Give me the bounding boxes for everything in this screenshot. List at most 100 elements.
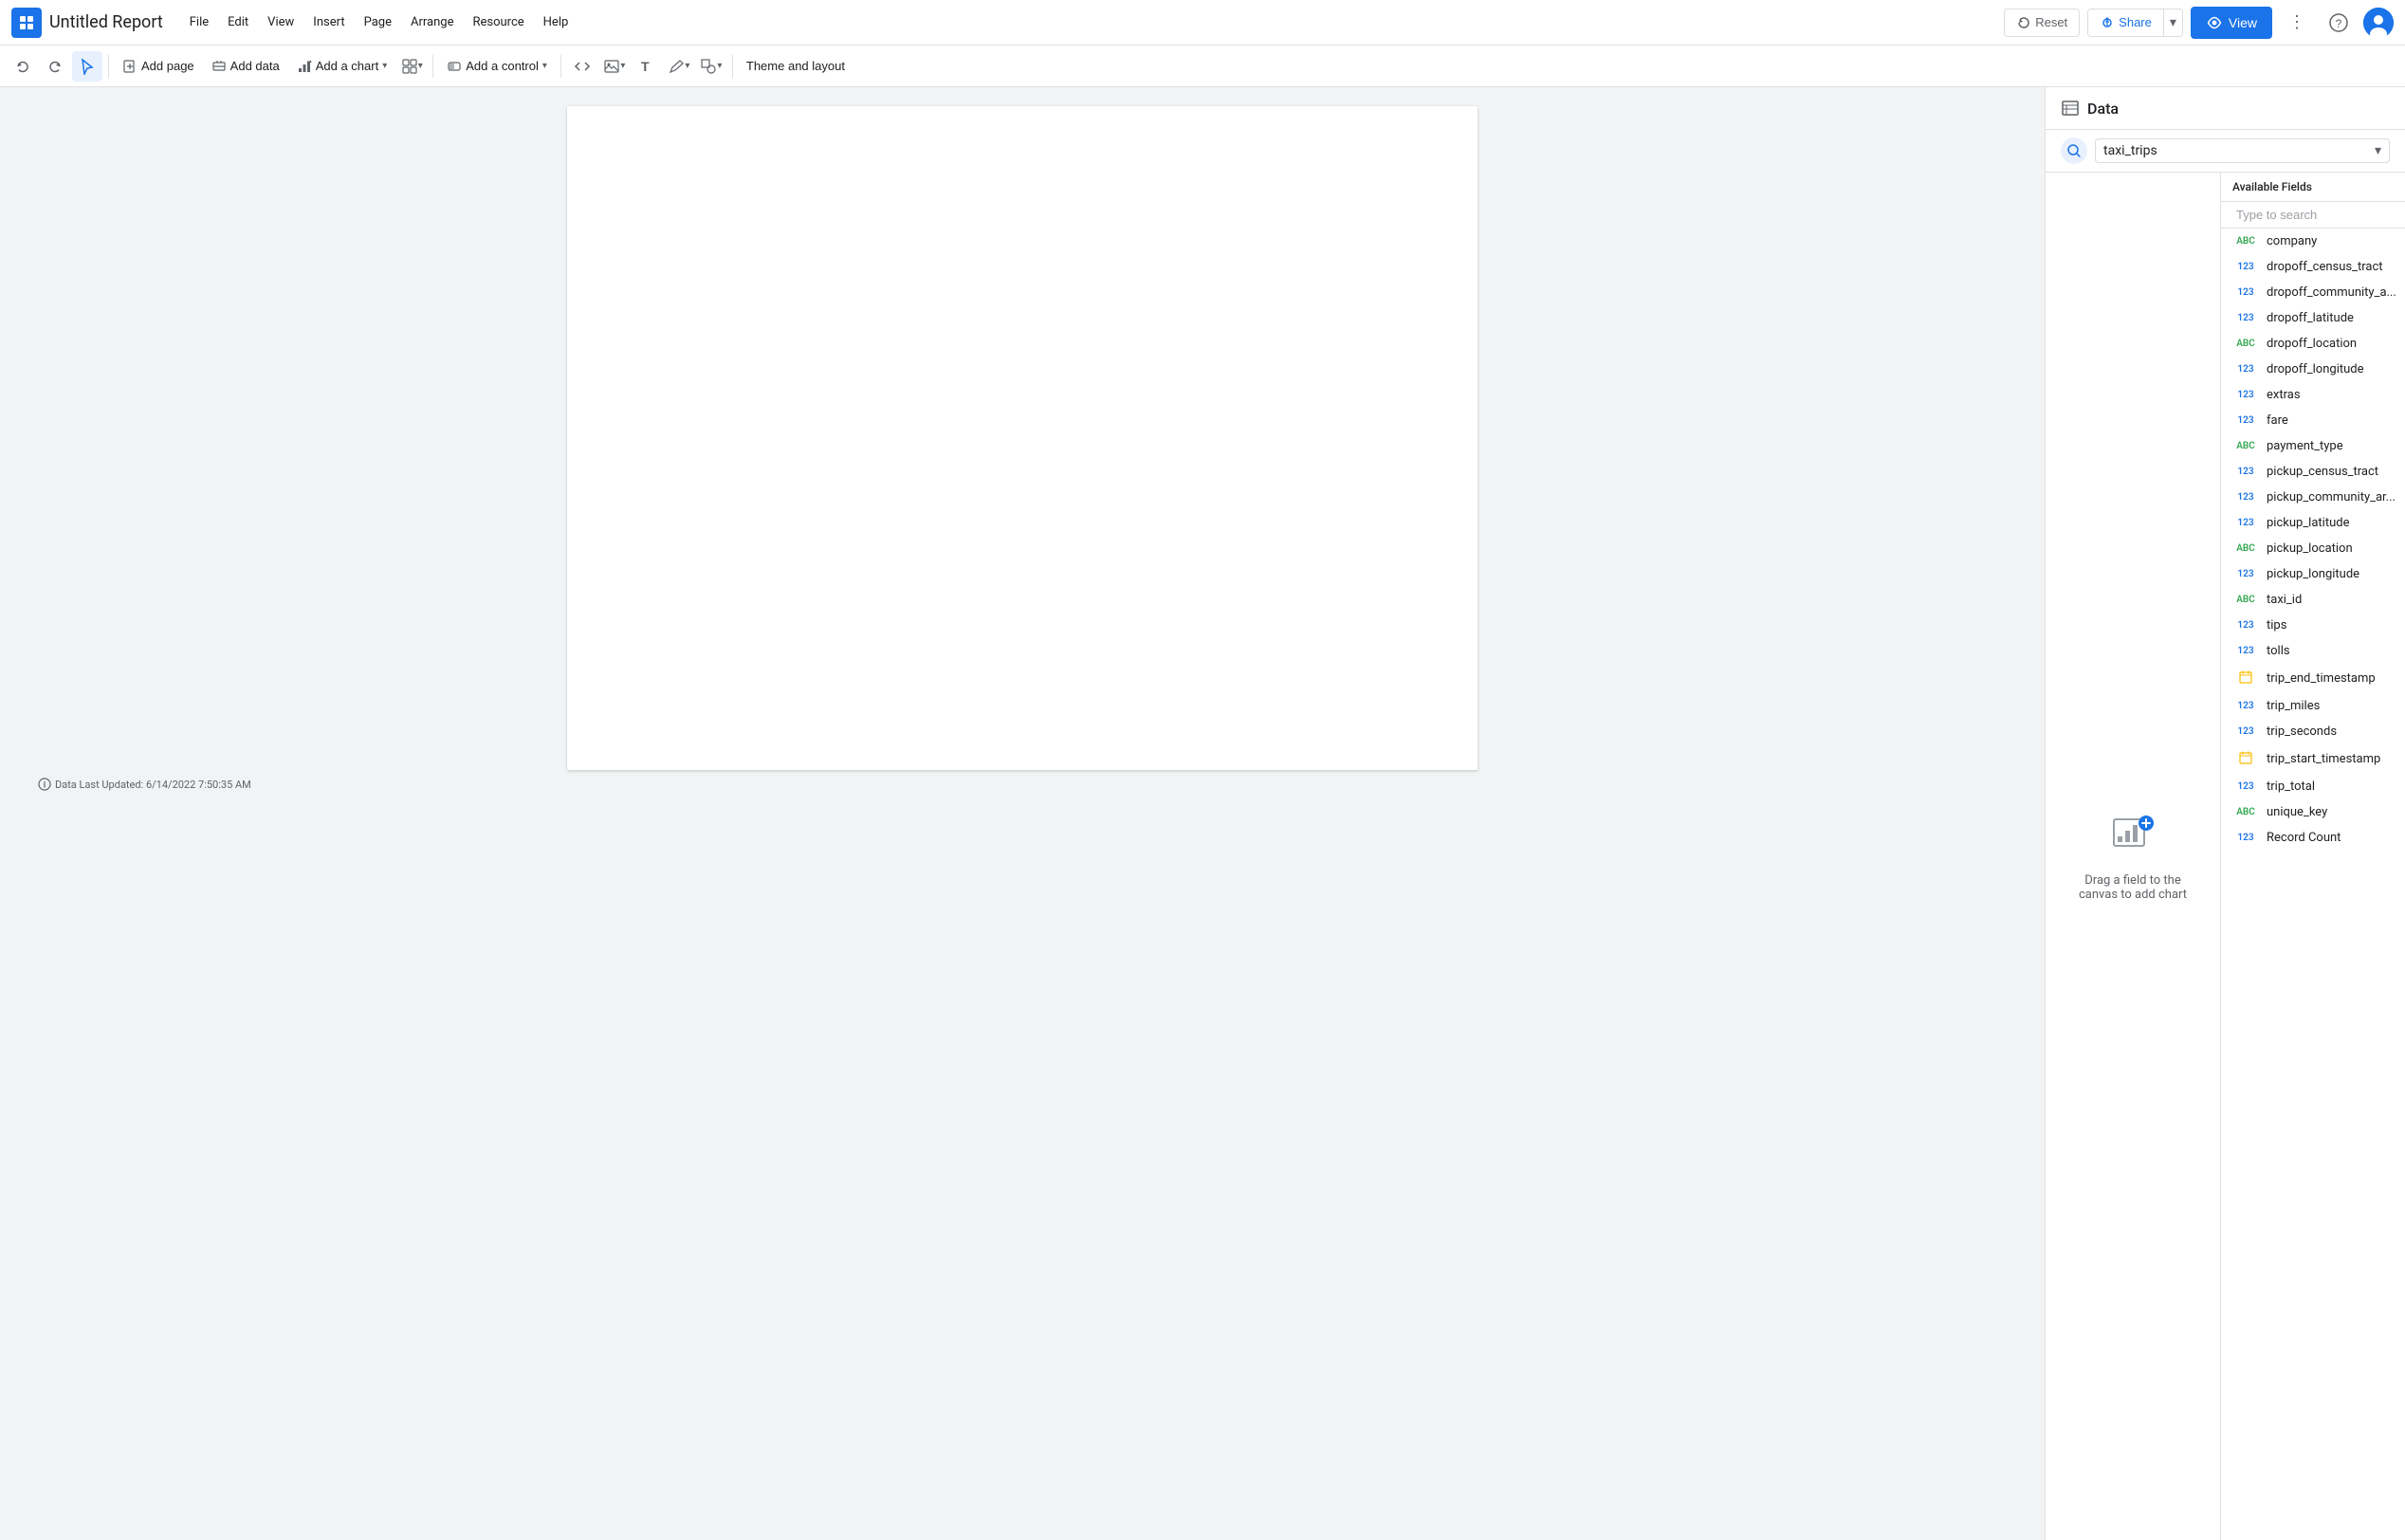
- field-type-badge: 123: [2232, 466, 2259, 478]
- field-item[interactable]: 123fare: [2221, 408, 2405, 433]
- datasource-dropdown[interactable]: taxi_trips: [2095, 138, 2390, 163]
- reset-button[interactable]: Reset: [2004, 9, 2080, 37]
- menu-bar: File Edit View Insert Page Arrange Resou…: [182, 11, 577, 33]
- top-bar: Untitled Report File Edit View Insert Pa…: [0, 0, 2405, 46]
- report-canvas[interactable]: [567, 106, 1478, 770]
- redo-button[interactable]: [40, 51, 70, 82]
- field-item[interactable]: trip_end_timestamp: [2221, 664, 2405, 693]
- panel-body: Drag a field to the canvas to add chart …: [2046, 173, 2405, 1540]
- field-item[interactable]: 123trip_miles: [2221, 693, 2405, 719]
- menu-edit[interactable]: Edit: [220, 11, 256, 33]
- main-area: Data Last Updated: 6/14/2022 7:50:35 AM …: [0, 87, 2405, 1540]
- field-name: pickup_longitude: [2267, 567, 2359, 581]
- field-item[interactable]: trip_start_timestamp: [2221, 744, 2405, 774]
- field-type-badge: 123: [2232, 517, 2259, 529]
- redo-icon: [46, 58, 64, 75]
- field-type-badge: 123: [2232, 363, 2259, 376]
- field-item[interactable]: 123extras: [2221, 382, 2405, 408]
- field-item[interactable]: 123dropoff_community_a...: [2221, 280, 2405, 305]
- field-item[interactable]: 123dropoff_latitude: [2221, 305, 2405, 331]
- search-datasource-icon: [2066, 143, 2082, 158]
- text-button[interactable]: T: [632, 51, 662, 82]
- field-item[interactable]: 123tips: [2221, 613, 2405, 638]
- avatar[interactable]: [2363, 8, 2394, 38]
- add-control-button[interactable]: Add a control ▾: [439, 55, 555, 78]
- toolbar-separator-2: [432, 55, 433, 78]
- share-dropdown-button[interactable]: [2163, 9, 2182, 36]
- help-icon: ?: [2329, 13, 2348, 32]
- app-title: Untitled Report: [49, 12, 163, 32]
- field-item[interactable]: 123 pickup_census_tract: [2221, 459, 2405, 485]
- field-type-badge: ABC: [2232, 338, 2259, 350]
- menu-help[interactable]: Help: [536, 11, 577, 33]
- image-icon: [603, 58, 620, 75]
- menu-page[interactable]: Page: [357, 11, 399, 33]
- field-item[interactable]: ABCpickup_location: [2221, 536, 2405, 561]
- menu-file[interactable]: File: [182, 11, 216, 33]
- view-button[interactable]: View: [2191, 7, 2272, 39]
- shapes-button[interactable]: ▾: [696, 51, 726, 82]
- image-button[interactable]: ▾: [599, 51, 630, 82]
- add-chart-icon: [297, 59, 312, 74]
- info-icon: [38, 778, 51, 791]
- field-item[interactable]: ABCunique_key: [2221, 799, 2405, 825]
- field-name: dropoff_community_a...: [2267, 285, 2396, 300]
- field-name: fare: [2267, 413, 2288, 428]
- field-item[interactable]: 123Record Count: [2221, 825, 2405, 851]
- code-button[interactable]: [567, 51, 597, 82]
- panel-fields: Available Fields ABCcompany123dropoff_ce…: [2221, 173, 2405, 1540]
- field-type-badge: ABC: [2232, 594, 2259, 606]
- field-item[interactable]: 123 pickup_latitude: [2221, 510, 2405, 536]
- field-item[interactable]: 123dropoff_longitude: [2221, 357, 2405, 382]
- canvas-footer: Data Last Updated: 6/14/2022 7:50:35 AM: [38, 778, 251, 791]
- field-item[interactable]: 123pickup_community_ar...: [2221, 485, 2405, 510]
- field-item[interactable]: 123tolls: [2221, 638, 2405, 664]
- search-input[interactable]: [2236, 208, 2403, 222]
- undo-button[interactable]: [8, 51, 38, 82]
- datasource-chevron-icon: [2375, 143, 2381, 158]
- shapes-dropdown-arrow: ▾: [717, 61, 722, 71]
- data-panel-icon: [2061, 99, 2080, 118]
- field-item[interactable]: ABCtaxi_id: [2221, 587, 2405, 613]
- add-chart-button[interactable]: Add a chart ▾: [289, 55, 395, 78]
- field-type-badge: 123: [2232, 261, 2259, 273]
- theme-layout-button[interactable]: Theme and layout: [739, 55, 853, 77]
- more-options-button[interactable]: ⋮: [2280, 6, 2314, 40]
- field-type-badge: 123: [2232, 491, 2259, 504]
- canvas-area: Data Last Updated: 6/14/2022 7:50:35 AM: [0, 87, 2045, 1540]
- field-item[interactable]: ABC dropoff_location: [2221, 331, 2405, 357]
- field-item[interactable]: 123pickup_longitude: [2221, 561, 2405, 587]
- field-type-badge: 123: [2232, 619, 2259, 632]
- panel-drag-area: Drag a field to the canvas to add chart: [2046, 173, 2221, 1540]
- field-item[interactable]: 123trip_total: [2221, 774, 2405, 799]
- menu-arrange[interactable]: Arrange: [403, 11, 461, 33]
- share-icon: [2100, 15, 2115, 30]
- field-item[interactable]: 123dropoff_census_tract: [2221, 254, 2405, 280]
- add-data-button[interactable]: Add data: [204, 55, 287, 78]
- field-item[interactable]: ABCpayment_type: [2221, 433, 2405, 459]
- field-item[interactable]: ABCcompany: [2221, 229, 2405, 254]
- select-icon: [79, 58, 96, 75]
- menu-view[interactable]: View: [260, 11, 302, 33]
- field-name: pickup_census_tract: [2267, 465, 2378, 479]
- draw-button[interactable]: ▾: [664, 51, 694, 82]
- component-button[interactable]: ▾: [396, 51, 427, 82]
- field-name: Record Count: [2267, 831, 2341, 845]
- field-item[interactable]: 123trip_seconds: [2221, 719, 2405, 744]
- field-name: company: [2267, 234, 2317, 248]
- add-control-icon: [447, 59, 462, 74]
- help-button[interactable]: ?: [2322, 6, 2356, 40]
- field-name: dropoff_location: [2267, 337, 2357, 351]
- share-button[interactable]: Share: [2088, 9, 2163, 36]
- add-page-button[interactable]: Add page: [115, 55, 202, 78]
- shapes-icon: [700, 58, 717, 75]
- top-right-actions: Reset Share View ⋮: [2004, 6, 2394, 40]
- field-type-badge: 123: [2232, 389, 2259, 401]
- chevron-down-icon: [2170, 15, 2176, 29]
- menu-insert[interactable]: Insert: [305, 11, 352, 33]
- field-name: pickup_latitude: [2267, 516, 2349, 530]
- control-dropdown-arrow: ▾: [542, 61, 547, 71]
- select-tool-button[interactable]: [72, 51, 102, 82]
- menu-resource[interactable]: Resource: [465, 11, 531, 33]
- field-name: trip_start_timestamp: [2267, 752, 2380, 766]
